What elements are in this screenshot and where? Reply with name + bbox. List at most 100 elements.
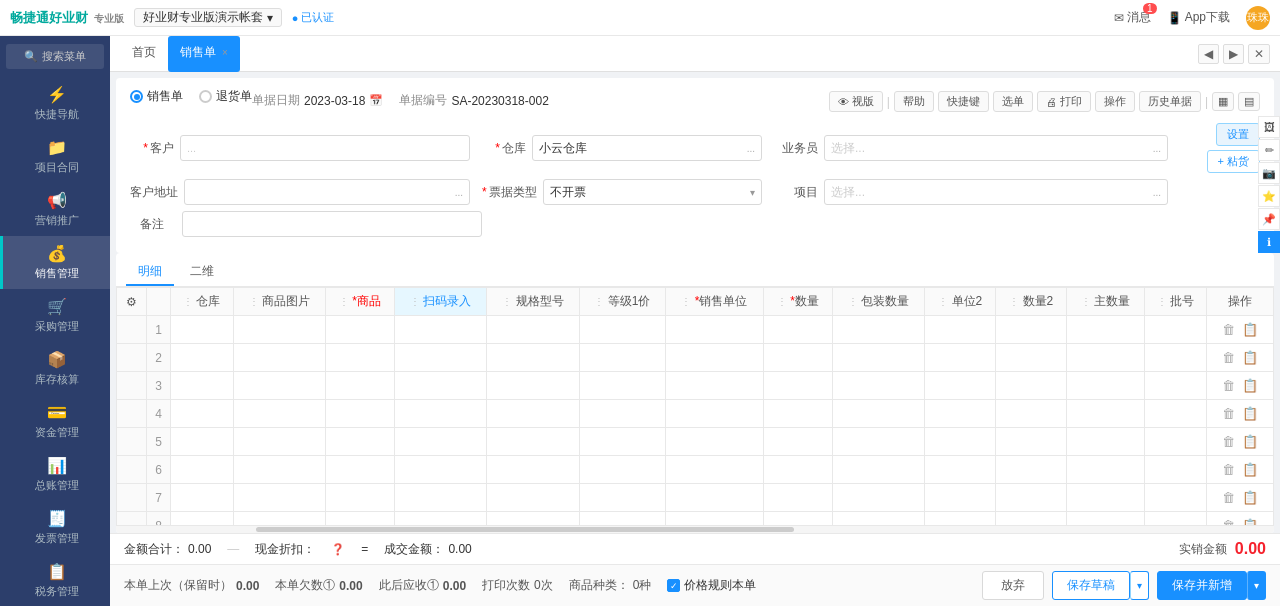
row-delete-button[interactable]: 🗑 — [1220, 489, 1237, 506]
col-price1[interactable]: ⋮ 等级1价 — [579, 288, 665, 316]
col-product-img[interactable]: ⋮ 商品图片 — [233, 288, 326, 316]
row-delete-button[interactable]: 🗑 — [1220, 405, 1237, 422]
operation-button[interactable]: 操作 — [1095, 91, 1135, 112]
message-button[interactable]: ✉ 消息 1 — [1114, 9, 1151, 26]
horizontal-scrollbar[interactable] — [116, 525, 1274, 533]
search-menu-button[interactable]: 🔍 搜索菜单 — [6, 44, 104, 69]
app-download-button[interactable]: 📱 App下载 — [1167, 9, 1230, 26]
setup-button[interactable]: 设置 — [1216, 123, 1260, 146]
preview-button[interactable]: 👁 视版 — [829, 91, 883, 112]
formula-help-icon[interactable]: ❓ — [331, 543, 345, 556]
sidebar-item-inventory[interactable]: 📦 库存核算 — [0, 342, 110, 395]
chevron-down-icon: ▾ — [750, 187, 755, 198]
right-tool-image[interactable]: 🖼 — [1258, 116, 1280, 138]
company-selector[interactable]: 好业财专业版演示帐套 ▾ — [134, 8, 282, 27]
select-button[interactable]: 选单 — [993, 91, 1033, 112]
col-unit2[interactable]: ⋮ 单位2 — [925, 288, 996, 316]
row-copy-button[interactable]: 📋 — [1240, 461, 1260, 478]
row-delete-button[interactable]: 🗑 — [1220, 349, 1237, 366]
tab-sales-order[interactable]: 销售单 × — [168, 36, 240, 72]
right-tool-pin[interactable]: 📌 — [1258, 208, 1280, 230]
sidebar-item-sales[interactable]: 💰 销售管理 — [0, 236, 110, 289]
save-new-button[interactable]: 保存并新增 — [1157, 571, 1247, 600]
row-copy-button[interactable]: 📋 — [1240, 321, 1260, 338]
right-tool-info[interactable]: ℹ — [1258, 231, 1280, 253]
save-new-chevron-button[interactable]: ▾ — [1247, 571, 1266, 600]
salesperson-dots[interactable]: ... — [1153, 143, 1161, 154]
sidebar-item-quick-nav[interactable]: ⚡ 快捷导航 — [0, 77, 110, 130]
shortcut-button[interactable]: 快捷键 — [938, 91, 989, 112]
salesperson-input[interactable]: 选择... ... — [824, 135, 1168, 161]
warehouse-dots[interactable]: ... — [747, 143, 755, 154]
row-copy-button[interactable]: 📋 — [1240, 349, 1260, 366]
draft-button-group: 保存草稿 ▾ — [1052, 571, 1149, 600]
address-dots[interactable]: ... — [455, 187, 463, 198]
col-batch[interactable]: ⋮ 批号 — [1144, 288, 1207, 316]
table-tab-group: 明细 二维 — [116, 253, 1274, 287]
tab-close-icon[interactable]: × — [222, 47, 228, 58]
right-tool-star[interactable]: ⭐ — [1258, 185, 1280, 207]
warehouse-field: 仓库 小云仓库 ... — [482, 135, 762, 161]
tab-next-button[interactable]: ▶ — [1223, 44, 1244, 64]
right-tool-edit[interactable]: ✏ — [1258, 139, 1280, 161]
row-delete-button[interactable]: 🗑 — [1220, 461, 1237, 478]
view-grid-button[interactable]: ▦ — [1212, 92, 1234, 111]
view-list-button[interactable]: ▤ — [1238, 92, 1260, 111]
tab-detail[interactable]: 明细 — [126, 259, 174, 286]
history-button[interactable]: 历史单据 — [1139, 91, 1201, 112]
col-main-qty[interactable]: ⋮ 主数量 — [1067, 288, 1145, 316]
purchase-icon: 🛒 — [47, 297, 67, 316]
price-rule-checkbox[interactable]: ✓ 价格规则本单 — [667, 577, 756, 594]
col-spec[interactable]: ⋮ 规格型号 — [487, 288, 580, 316]
col-settings[interactable]: ⚙ — [117, 288, 147, 316]
abandon-button[interactable]: 放弃 — [982, 571, 1044, 600]
draft-chevron-button[interactable]: ▾ — [1130, 571, 1149, 600]
sidebar-item-invoice[interactable]: 🧾 发票管理 — [0, 501, 110, 554]
row-copy-button[interactable]: 📋 — [1240, 405, 1260, 422]
debt-item: 本单欠数① 0.00 — [275, 577, 362, 594]
row-delete-button[interactable]: 🗑 — [1220, 433, 1237, 450]
col-product[interactable]: ⋮ *商品 — [326, 288, 395, 316]
print-button[interactable]: 🖨 打印 — [1037, 91, 1091, 112]
tab-prev-button[interactable]: ◀ — [1198, 44, 1219, 64]
row-copy-button[interactable]: 📋 — [1240, 433, 1260, 450]
help-button[interactable]: 帮助 — [894, 91, 934, 112]
radio-sales[interactable]: 销售单 — [130, 88, 183, 105]
tab-home[interactable]: 首页 — [120, 36, 168, 72]
note-input[interactable] — [182, 211, 482, 237]
sidebar-item-accounting[interactable]: 📊 总账管理 — [0, 448, 110, 501]
tab-close-all-button[interactable]: ✕ — [1248, 44, 1270, 64]
col-quantity[interactable]: ⋮ *数量 — [764, 288, 833, 316]
calendar-icon[interactable]: 📅 — [369, 94, 383, 107]
sidebar-item-purchase[interactable]: 🛒 采购管理 — [0, 289, 110, 342]
row-copy-button[interactable]: 📋 — [1240, 517, 1260, 525]
customer-input[interactable]: ... — [180, 135, 470, 161]
right-tool-camera[interactable]: 📷 — [1258, 162, 1280, 184]
scrollbar-thumb[interactable] — [256, 527, 794, 532]
sidebar-nav: ⚡ 快捷导航 📁 项目合同 📢 营销推广 💰 销售管理 🛒 采购管理 — [0, 77, 110, 606]
col-pack-qty[interactable]: ⋮ 包装数量 — [832, 288, 925, 316]
row-delete-button[interactable]: 🗑 — [1220, 517, 1237, 525]
invoice-select[interactable]: 不开票 ▾ — [543, 179, 762, 205]
sidebar-item-project[interactable]: 📁 项目合同 — [0, 130, 110, 183]
radio-return[interactable]: 退货单 — [199, 88, 252, 105]
draft-button[interactable]: 保存草稿 — [1052, 571, 1130, 600]
col-qty2[interactable]: ⋮ 数量2 — [996, 288, 1067, 316]
row-delete-button[interactable]: 🗑 — [1220, 321, 1237, 338]
sidebar-item-marketing[interactable]: 📢 营销推广 — [0, 183, 110, 236]
sidebar-item-capital[interactable]: 💳 资金管理 — [0, 395, 110, 448]
row-copy-button[interactable]: 📋 — [1240, 377, 1260, 394]
col-sales-unit[interactable]: ⋮ *销售单位 — [665, 288, 763, 316]
row-delete-button[interactable]: 🗑 — [1220, 377, 1237, 394]
warehouse-input[interactable]: 小云仓库 ... — [532, 135, 762, 161]
user-avatar[interactable]: 珠珠 — [1246, 6, 1270, 30]
col-warehouse[interactable]: ⋮ 仓库 — [171, 288, 234, 316]
tab-2d[interactable]: 二维 — [178, 259, 226, 286]
add-goods-button[interactable]: + 粘货 — [1207, 150, 1260, 173]
project-input[interactable]: 选择... ... — [824, 179, 1168, 205]
project-dots[interactable]: ... — [1153, 187, 1161, 198]
sidebar-item-tax[interactable]: 📋 税务管理 — [0, 554, 110, 606]
row-copy-button[interactable]: 📋 — [1240, 489, 1260, 506]
address-input[interactable]: ... — [184, 179, 470, 205]
col-barcode[interactable]: ⋮ 扫码录入 — [394, 288, 487, 316]
